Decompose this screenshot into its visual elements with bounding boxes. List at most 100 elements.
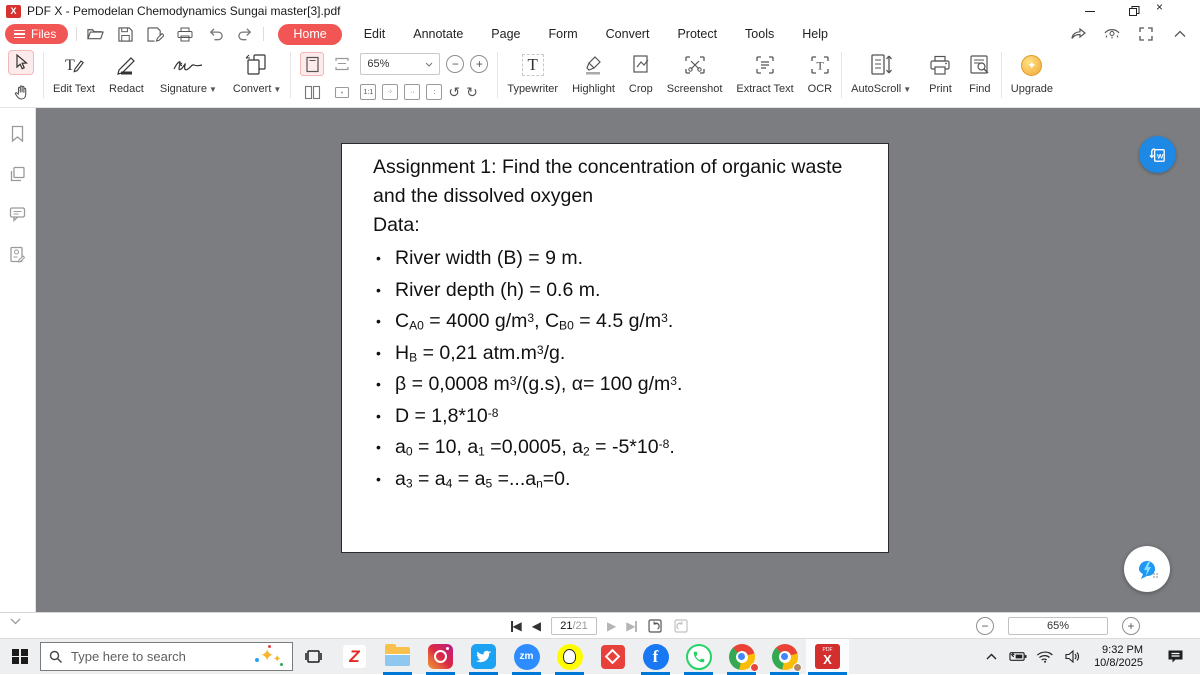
last-page-button[interactable]: ▶ — [626, 620, 637, 632]
bullet-river-width: •River width (B) = 9 m. — [373, 243, 862, 275]
highlight-button[interactable]: Highlight — [572, 51, 615, 95]
taskbar-app-snapchat[interactable] — [548, 639, 591, 675]
collapse-ribbon-icon[interactable] — [1170, 25, 1190, 43]
rotate-right-icon[interactable]: ↻ — [466, 84, 478, 101]
share-icon[interactable] — [1068, 25, 1088, 43]
extract-text-icon — [753, 51, 777, 79]
two-page-view-button[interactable] — [300, 80, 324, 104]
page-thumbnails-panel-icon[interactable] — [8, 164, 28, 184]
bullet-river-depth: •River depth (h) = 0.6 m. — [373, 275, 862, 307]
tab-convert[interactable]: Convert — [592, 27, 664, 41]
statusbar: ◀ ◀ 21/21 ▶ ▶ − 65% + — [0, 612, 1200, 638]
zoom-combobox[interactable]: 65% — [360, 53, 440, 75]
page-number-input[interactable]: 21/21 — [551, 617, 597, 635]
redo-icon[interactable] — [235, 25, 255, 43]
bookmarks-panel-icon[interactable] — [8, 124, 28, 144]
autoscroll-button[interactable]: AutoScroll▼ — [851, 51, 911, 95]
tab-annotate[interactable]: Annotate — [399, 27, 477, 41]
taskbar-app-chrome-2[interactable] — [763, 639, 806, 675]
undo-icon[interactable] — [205, 25, 225, 43]
pdf-page[interactable]: Assignment 1: Find the concentration of … — [341, 143, 889, 553]
first-page-button[interactable]: ◀ — [511, 620, 522, 632]
taskbar-clock[interactable]: 9:32 PM 10/8/2025 — [1090, 644, 1147, 670]
print-icon — [929, 51, 951, 79]
continuous-view-button[interactable] — [330, 52, 354, 76]
crop-button[interactable]: Crop — [629, 51, 653, 95]
open-file-icon[interactable] — [85, 25, 105, 43]
taskbar-search-input[interactable]: Type here to search ✦✦ — [40, 642, 293, 671]
upgrade-button[interactable]: ✦ Upgrade — [1011, 51, 1053, 95]
typewriter-button[interactable]: T Typewriter — [507, 51, 558, 95]
tab-edit[interactable]: Edit — [350, 27, 400, 41]
files-button[interactable]: Files — [5, 24, 68, 44]
statusbar-zoom-value[interactable]: 65% — [1008, 617, 1108, 635]
save-as-icon[interactable] — [145, 25, 165, 43]
volume-icon[interactable] — [1063, 647, 1081, 667]
tab-protect[interactable]: Protect — [663, 27, 731, 41]
fit-height-button[interactable]: : — [426, 84, 442, 100]
convert-to-word-widget[interactable]: W — [1139, 136, 1176, 173]
tab-page[interactable]: Page — [477, 27, 534, 41]
next-view-icon[interactable] — [673, 618, 689, 634]
extract-text-button[interactable]: Extract Text — [736, 51, 793, 95]
ai-assistant-widget[interactable] — [1124, 546, 1170, 592]
minimize-button[interactable] — [1068, 0, 1112, 22]
taskbar-app-chrome-1[interactable] — [720, 639, 763, 675]
previous-page-button[interactable]: ◀ — [532, 620, 541, 632]
signatures-panel-icon[interactable] — [8, 244, 28, 264]
statusbar-zoom-out-button[interactable]: − — [976, 617, 994, 635]
previous-view-icon[interactable] — [647, 618, 663, 634]
fit-width-button[interactable]: ·· — [404, 84, 420, 100]
quick-print-icon[interactable] — [175, 25, 195, 43]
close-button[interactable]: × — [1156, 0, 1200, 22]
save-icon[interactable] — [115, 25, 135, 43]
taskbar-app-twitter[interactable] — [462, 639, 505, 675]
convert-button[interactable]: Convert▼ — [233, 51, 281, 95]
tab-form[interactable]: Form — [534, 27, 591, 41]
taskbar-app-zinio[interactable]: Z — [333, 639, 376, 675]
convert-icon — [244, 51, 270, 79]
taskbar-app-file-explorer[interactable] — [376, 639, 419, 675]
restore-button[interactable] — [1112, 0, 1156, 22]
wifi-icon[interactable] — [1036, 647, 1054, 667]
rotate-left-icon[interactable]: ↺ — [448, 84, 460, 101]
taskbar-app-zoom[interactable]: zm — [505, 639, 548, 675]
find-button[interactable]: Find — [968, 51, 992, 95]
edit-text-button[interactable]: T Edit Text — [53, 51, 95, 95]
statusbar-zoom-in-button[interactable]: + — [1122, 617, 1140, 635]
battery-icon[interactable] — [1009, 647, 1027, 667]
taskbar-app-facebook[interactable]: f — [634, 639, 677, 675]
zoom-out-button[interactable]: − — [446, 55, 464, 73]
taskbar-app-send-anywhere[interactable] — [591, 639, 634, 675]
fullscreen-icon[interactable] — [1136, 25, 1156, 43]
tab-home[interactable]: Home — [278, 24, 341, 45]
two-page-scroll-view-button[interactable] — [330, 80, 354, 104]
search-icon — [49, 650, 63, 664]
print-button[interactable]: Print — [929, 51, 952, 95]
tray-expand-chevron-icon[interactable] — [982, 647, 1000, 667]
upgrade-coin-icon: ✦ — [1021, 51, 1042, 79]
hand-tool-button[interactable] — [8, 79, 34, 104]
taskbar-app-whatsapp[interactable] — [677, 639, 720, 675]
actual-size-button[interactable]: 1:1 — [360, 84, 376, 100]
profile-badge — [793, 663, 802, 672]
task-view-button[interactable] — [293, 639, 333, 675]
single-page-view-button[interactable] — [300, 52, 324, 76]
ocr-button[interactable]: T OCR — [808, 51, 832, 95]
taskbar-app-pdf-x[interactable]: PDFX — [806, 639, 849, 675]
start-button[interactable] — [0, 639, 40, 675]
select-tool-button[interactable] — [8, 50, 34, 75]
next-page-button[interactable]: ▶ — [607, 620, 616, 632]
tab-tools[interactable]: Tools — [731, 27, 788, 41]
comments-panel-icon[interactable] — [8, 204, 28, 224]
taskbar-app-instagram[interactable] — [419, 639, 462, 675]
tab-help[interactable]: Help — [788, 27, 842, 41]
collapse-panel-chevron-icon[interactable] — [10, 618, 21, 625]
screenshot-button[interactable]: Screenshot — [667, 51, 723, 95]
action-center-button[interactable] — [1156, 639, 1194, 675]
zoom-in-button[interactable]: + — [470, 55, 488, 73]
redact-button[interactable]: Redact — [109, 51, 144, 95]
read-mode-eye-icon[interactable] — [1102, 25, 1122, 43]
fit-page-button[interactable]: ⁘ — [382, 84, 398, 100]
signature-button[interactable]: Signature▼ — [160, 51, 217, 95]
